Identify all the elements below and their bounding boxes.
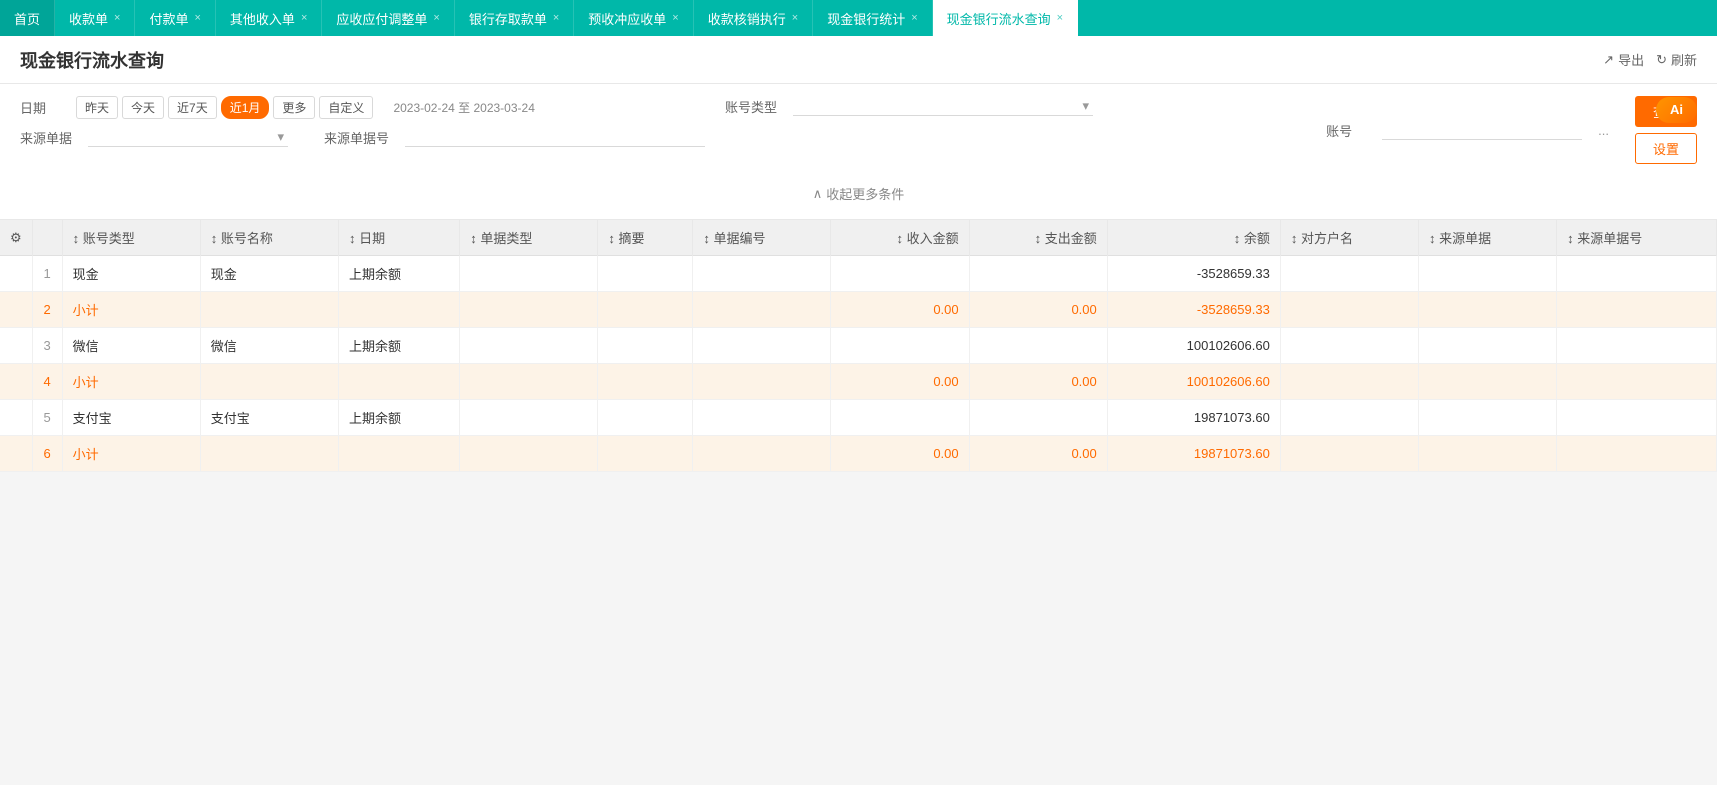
date-label: 日期	[20, 98, 60, 117]
ai-badge[interactable]: Ai	[1656, 97, 1697, 123]
col-source-doc[interactable]: ↕ 来源单据	[1418, 220, 1556, 256]
table-row[interactable]: 5支付宝支付宝上期余额19871073.60	[0, 400, 1717, 436]
filter-row-account-type: 账号类型 ▾	[725, 96, 1306, 116]
account-label: 账号	[1326, 121, 1366, 140]
collapse-button[interactable]: ∧ 收起更多条件	[809, 180, 909, 207]
table-header-row: ⚙ ↕ 账号类型 ↕ 账号名称 ↕ 日期 ↕ 单据类型 ↕ 摘要	[0, 220, 1717, 256]
nav-tab-label-0: 收款单	[69, 9, 108, 28]
account-type-label: 账号类型	[725, 97, 777, 116]
nav-tab-label-8: 现金银行流水查询	[947, 9, 1051, 28]
date-btn-1month[interactable]: 近1月	[221, 96, 270, 119]
more-button[interactable]: ...	[1598, 123, 1609, 138]
export-label: 导出	[1618, 50, 1644, 69]
refresh-label: 刷新	[1671, 50, 1697, 69]
top-nav: 首页 收款单 × 付款单 × 其他收入单 × 应收应付调整单 × 银行存取款单 …	[0, 0, 1717, 36]
nav-home-label: 首页	[14, 9, 40, 28]
nav-tab-close-0[interactable]: ×	[114, 12, 120, 24]
table-row[interactable]: 6小计0.000.0019871073.60	[0, 436, 1717, 472]
nav-tab-label-2: 其他收入单	[230, 9, 295, 28]
nav-tab-label-5: 预收冲应收单	[588, 9, 666, 28]
nav-home[interactable]: 首页	[0, 0, 55, 36]
col-expense[interactable]: ↕ 支出金额	[969, 220, 1107, 256]
collapse-icon: ∧	[813, 186, 823, 202]
col-counterpart[interactable]: ↕ 对方户名	[1280, 220, 1418, 256]
filter-row-account: 账号 ... 查询 设置	[1326, 96, 1697, 164]
export-icon: ↗	[1603, 52, 1614, 68]
col-balance[interactable]: ↕ 余额	[1107, 220, 1280, 256]
date-btn-yesterday[interactable]: 昨天	[76, 96, 118, 119]
nav-tab-6[interactable]: 收款核销执行 ×	[694, 0, 813, 36]
col-source-doc-no[interactable]: ↕ 来源单据号	[1557, 220, 1717, 256]
filter-row-1: 日期 昨天 今天 近7天 近1月 更多 自定义 2023-02-24 至 202…	[20, 96, 705, 119]
nav-tab-label-6: 收款核销执行	[708, 9, 786, 28]
nav-tab-close-7[interactable]: ×	[911, 12, 917, 24]
nav-tab-close-2[interactable]: ×	[301, 12, 307, 24]
col-account-name[interactable]: ↕ 账号名称	[200, 220, 338, 256]
date-btn-today[interactable]: 今天	[122, 96, 164, 119]
col-account-type[interactable]: ↕ 账号类型	[62, 220, 200, 256]
nav-tab-2[interactable]: 其他收入单 ×	[216, 0, 322, 36]
col-doc-type[interactable]: ↕ 单据类型	[460, 220, 598, 256]
nav-tab-close-3[interactable]: ×	[433, 12, 439, 24]
col-doc-no[interactable]: ↕ 单据编号	[693, 220, 831, 256]
col-gear[interactable]: ⚙	[0, 220, 32, 256]
setting-button[interactable]: 设置	[1635, 133, 1697, 164]
nav-tab-close-1[interactable]: ×	[194, 12, 200, 24]
source-doc-no-label: 来源单据号	[324, 128, 389, 147]
date-range: 2023-02-24 至 2023-03-24	[393, 99, 534, 116]
data-table: ⚙ ↕ 账号类型 ↕ 账号名称 ↕ 日期 ↕ 单据类型 ↕ 摘要	[0, 220, 1717, 472]
collapse-label: 收起更多条件	[826, 184, 904, 203]
table-row[interactable]: 2小计0.000.00-3528659.33	[0, 292, 1717, 328]
source-doc-label: 来源单据	[20, 128, 72, 147]
date-btn-more[interactable]: 更多	[273, 96, 315, 119]
col-date[interactable]: ↕ 日期	[338, 220, 459, 256]
account-type-select-wrapper: ▾	[793, 96, 1093, 116]
col-num	[32, 220, 62, 256]
refresh-button[interactable]: ↻ 刷新	[1656, 50, 1697, 69]
source-doc-select-wrapper: ▾	[88, 127, 288, 147]
header-actions: ↗ 导出 ↻ 刷新	[1603, 50, 1697, 69]
account-type-select[interactable]	[793, 96, 1093, 115]
nav-tab-close-6[interactable]: ×	[792, 12, 798, 24]
date-buttons: 昨天 今天 近7天 近1月 更多 自定义	[76, 96, 373, 119]
table-row[interactable]: 3微信微信上期余额100102606.60	[0, 328, 1717, 364]
source-doc-select[interactable]	[88, 127, 288, 146]
nav-tab-label-1: 付款单	[149, 9, 188, 28]
export-button[interactable]: ↗ 导出	[1603, 50, 1644, 69]
nav-tab-label-7: 现金银行统计	[827, 9, 905, 28]
table-body: 1现金现金上期余额-3528659.332小计0.000.00-3528659.…	[0, 256, 1717, 472]
nav-tab-3[interactable]: 应收应付调整单 ×	[322, 0, 454, 36]
col-summary[interactable]: ↕ 摘要	[598, 220, 693, 256]
table-container: ⚙ ↕ 账号类型 ↕ 账号名称 ↕ 日期 ↕ 单据类型 ↕ 摘要	[0, 220, 1717, 472]
source-doc-no-input[interactable]	[405, 127, 705, 147]
nav-tab-1[interactable]: 付款单 ×	[135, 0, 215, 36]
page-header: 现金银行流水查询 ↗ 导出 ↻ 刷新	[0, 36, 1717, 84]
nav-tab-0[interactable]: 收款单 ×	[55, 0, 135, 36]
table-row[interactable]: 1现金现金上期余额-3528659.33	[0, 256, 1717, 292]
refresh-icon: ↻	[1656, 52, 1667, 68]
table-row[interactable]: 4小计0.000.00100102606.60	[0, 364, 1717, 400]
ai-label: Ai	[1670, 102, 1683, 117]
nav-tab-close-8[interactable]: ×	[1057, 12, 1063, 24]
filter-area: 日期 昨天 今天 近7天 近1月 更多 自定义 2023-02-24 至 202…	[0, 84, 1717, 220]
nav-tab-8[interactable]: 现金银行流水查询 ×	[933, 0, 1078, 36]
filter-row-2: 来源单据 ▾ 来源单据号	[20, 127, 705, 147]
page-title: 现金银行流水查询	[20, 47, 164, 73]
nav-tab-4[interactable]: 银行存取款单 ×	[455, 0, 574, 36]
nav-tab-7[interactable]: 现金银行统计 ×	[813, 0, 932, 36]
col-income[interactable]: ↕ 收入金额	[831, 220, 969, 256]
date-btn-custom[interactable]: 自定义	[319, 96, 373, 119]
nav-tab-close-5[interactable]: ×	[672, 12, 678, 24]
date-btn-7days[interactable]: 近7天	[168, 96, 217, 119]
nav-tab-close-4[interactable]: ×	[553, 12, 559, 24]
nav-tab-label-3: 应收应付调整单	[336, 9, 427, 28]
collapse-row: ∧ 收起更多条件	[20, 180, 1697, 207]
nav-tab-5[interactable]: 预收冲应收单 ×	[574, 0, 693, 36]
nav-tab-label-4: 银行存取款单	[469, 9, 547, 28]
account-input[interactable]	[1382, 120, 1582, 140]
